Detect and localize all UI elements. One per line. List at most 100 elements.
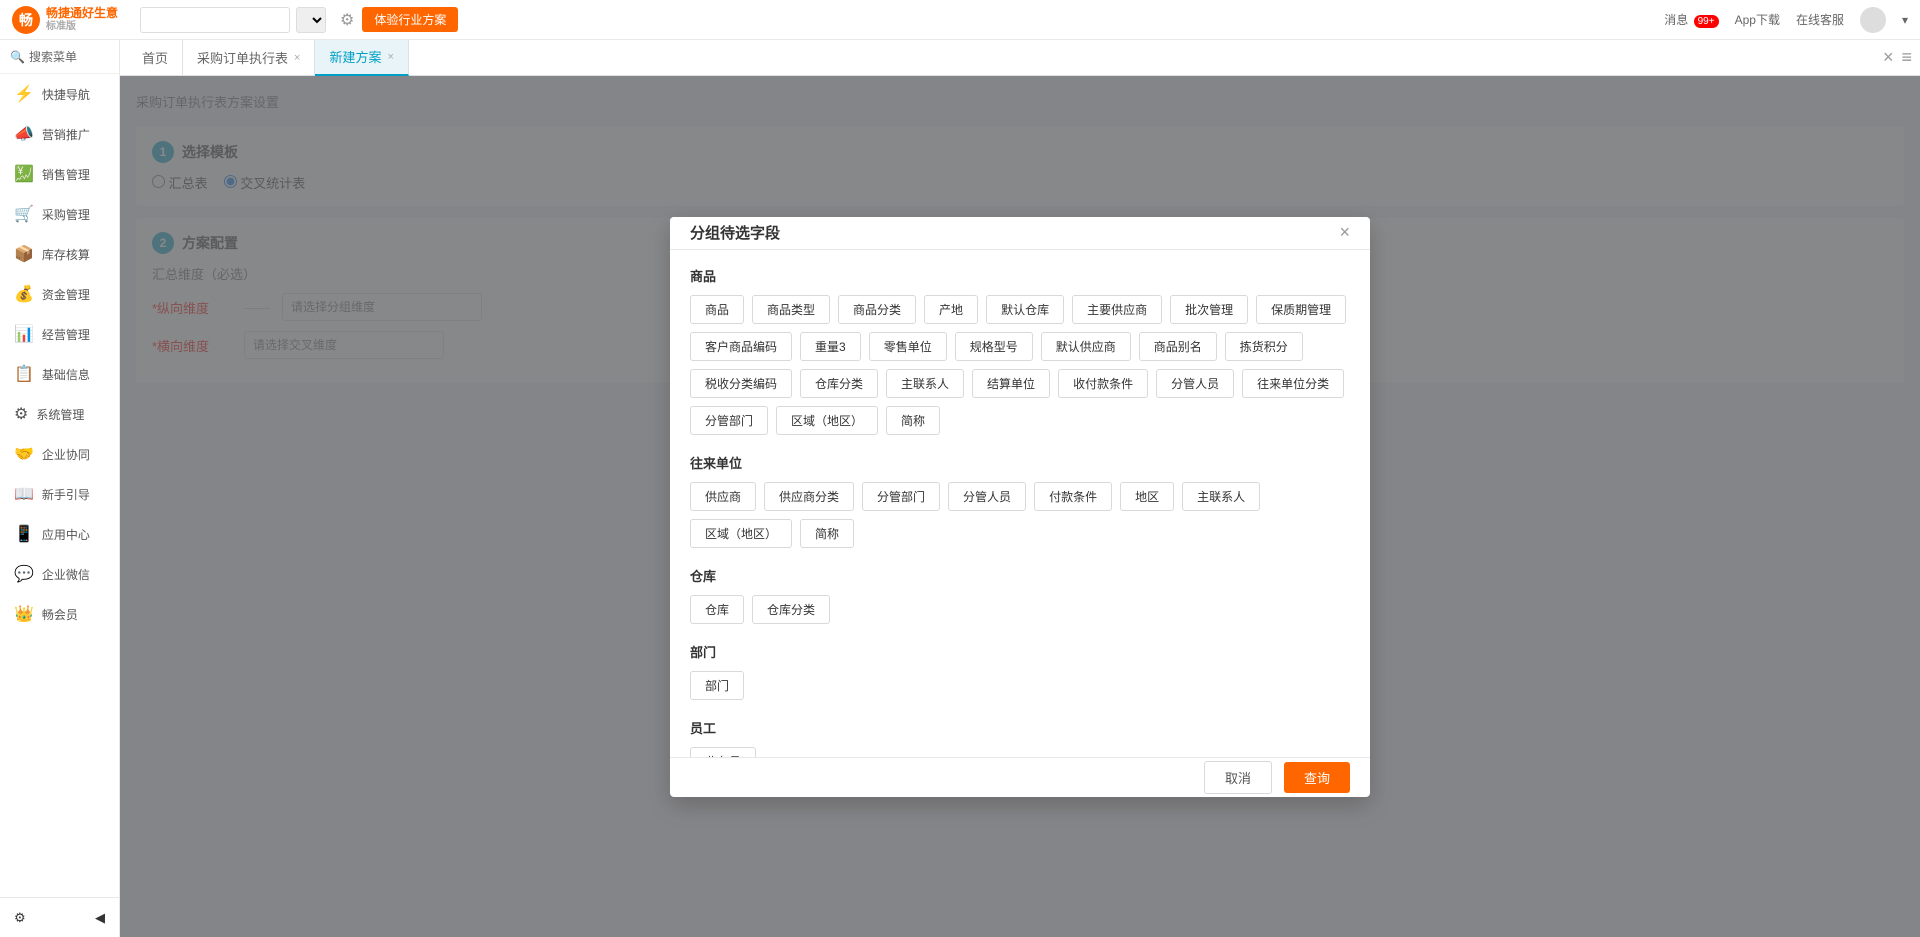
sidebar-item-kucun[interactable]: 📦 库存核算 xyxy=(0,234,119,274)
qiye-icon: 🤝 xyxy=(14,444,34,464)
section-employee: 员工 业务员 xyxy=(690,718,1350,757)
field-tag[interactable]: 收付款条件 xyxy=(1058,369,1148,398)
xitong-icon: ⚙ xyxy=(14,404,28,424)
field-tag[interactable]: 保质期管理 xyxy=(1256,295,1346,324)
field-tag[interactable]: 主联系人 xyxy=(1182,482,1260,511)
xinshou-icon: 📖 xyxy=(14,484,34,504)
jingying-icon: 📊 xyxy=(14,324,34,344)
header-dropdown[interactable] xyxy=(296,7,326,33)
field-tag[interactable]: 税收分类编码 xyxy=(690,369,792,398)
experience-button[interactable]: 体验行业方案 xyxy=(362,7,458,32)
field-tag[interactable]: 简称 xyxy=(800,519,854,548)
field-tag[interactable]: 商品分类 xyxy=(838,295,916,324)
modal-footer: 取消 查询 xyxy=(670,757,1370,797)
modal-close-button[interactable]: × xyxy=(1339,222,1350,243)
sidebar-item-huiyuan[interactable]: 👑 畅会员 xyxy=(0,594,119,634)
sidebar-item-yingxiao[interactable]: 📣 营销推广 xyxy=(0,114,119,154)
partner-fields-grid: 供应商 供应商分类 分管部门 分管人员 付款条件 地区 主联系人 区域（地区） … xyxy=(690,482,1350,548)
field-tag[interactable]: 主要供应商 xyxy=(1072,295,1162,324)
notification-area[interactable]: 消息 99+ xyxy=(1664,11,1718,28)
field-tag[interactable]: 区域（地区） xyxy=(690,519,792,548)
field-tag[interactable]: 分管部门 xyxy=(690,406,768,435)
section-warehouse-title: 仓库 xyxy=(690,566,1350,585)
field-tag[interactable]: 供应商分类 xyxy=(764,482,854,511)
logo-text: 畅捷通好生意 标准版 xyxy=(46,6,118,32)
field-tag[interactable]: 业务员 xyxy=(690,747,756,757)
yingyong-icon: 📱 xyxy=(14,524,34,544)
field-tag[interactable]: 主联系人 xyxy=(886,369,964,398)
field-tag[interactable]: 区域（地区） xyxy=(776,406,878,435)
field-tag[interactable]: 商品类型 xyxy=(752,295,830,324)
field-tag[interactable]: 客户商品编码 xyxy=(690,332,792,361)
sidebar: 🔍 搜索菜单 ⚡ 快捷导航 📣 营销推广 💹 销售管理 🛒 采购管理 📦 库存核… xyxy=(0,40,120,937)
sidebar-item-weixin[interactable]: 💬 企业微信 xyxy=(0,554,119,594)
field-tag[interactable]: 分管人员 xyxy=(948,482,1026,511)
notification-badge: 99+ xyxy=(1694,15,1719,28)
user-menu-icon[interactable]: ▾ xyxy=(1902,13,1908,27)
sidebar-item-kuaijie[interactable]: ⚡ 快捷导航 xyxy=(0,74,119,114)
employee-fields-grid: 业务员 xyxy=(690,747,1350,757)
field-tag[interactable]: 分管人员 xyxy=(1156,369,1234,398)
field-tag[interactable]: 拣货积分 xyxy=(1225,332,1303,361)
field-tag[interactable]: 商品别名 xyxy=(1139,332,1217,361)
sidebar-item-jichu[interactable]: 📋 基础信息 xyxy=(0,354,119,394)
app-download-link[interactable]: App下载 xyxy=(1735,11,1780,28)
sidebar-bottom: ⚙ ◀ xyxy=(0,897,119,937)
tab-close-newplan[interactable]: × xyxy=(387,51,393,63)
field-tag[interactable]: 默认仓库 xyxy=(986,295,1064,324)
sidebar-item-yingyong[interactable]: 📱 应用中心 xyxy=(0,514,119,554)
warehouse-fields-grid: 仓库 仓库分类 xyxy=(690,595,1350,624)
field-tag[interactable]: 结算单位 xyxy=(972,369,1050,398)
field-select-modal: 分组待选字段 × 商品 商品 商品类型 商品分类 产地 默认仓库 主要供应商 批… xyxy=(670,217,1370,797)
modal-body: 商品 商品 商品类型 商品分类 产地 默认仓库 主要供应商 批次管理 保质期管理… xyxy=(670,250,1370,757)
tab-home[interactable]: 首页 xyxy=(128,40,183,76)
modal-header: 分组待选字段 × xyxy=(670,217,1370,251)
field-tag[interactable]: 商品 xyxy=(690,295,744,324)
avatar[interactable] xyxy=(1860,7,1886,33)
tab-close-purchase[interactable]: × xyxy=(294,52,300,64)
online-service-link[interactable]: 在线客服 xyxy=(1796,11,1844,28)
field-tag[interactable]: 重量3 xyxy=(800,332,861,361)
sidebar-item-jingying[interactable]: 📊 经营管理 xyxy=(0,314,119,354)
tab-new-plan[interactable]: 新建方案 × xyxy=(315,40,408,76)
field-tag[interactable]: 仓库 xyxy=(690,595,744,624)
sidebar-collapse-icon[interactable]: ◀ xyxy=(95,910,105,926)
search-input[interactable] xyxy=(140,7,290,33)
tab-menu-icon[interactable]: ≡ xyxy=(1901,47,1912,68)
tab-close-all-icon[interactable]: × xyxy=(1883,47,1894,68)
field-tag[interactable]: 规格型号 xyxy=(955,332,1033,361)
field-tag[interactable]: 部门 xyxy=(690,671,744,700)
field-tag[interactable]: 简称 xyxy=(886,406,940,435)
field-tag[interactable]: 往来单位分类 xyxy=(1242,369,1344,398)
field-tag[interactable]: 付款条件 xyxy=(1034,482,1112,511)
sidebar-item-xiaoshou[interactable]: 💹 销售管理 xyxy=(0,154,119,194)
sidebar-item-caigou[interactable]: 🛒 采购管理 xyxy=(0,194,119,234)
field-tag[interactable]: 产地 xyxy=(924,295,978,324)
field-tag[interactable]: 默认供应商 xyxy=(1041,332,1131,361)
tab-purchase-list[interactable]: 采购订单执行表 × xyxy=(183,40,315,76)
gear-icon[interactable]: ⚙ xyxy=(340,10,354,30)
section-product-title: 商品 xyxy=(690,266,1350,285)
section-dept-title: 部门 xyxy=(690,642,1350,661)
sidebar-search[interactable]: 🔍 搜索菜单 xyxy=(0,40,119,74)
sidebar-settings-icon[interactable]: ⚙ xyxy=(14,910,26,926)
weixin-icon: 💬 xyxy=(14,564,34,584)
section-product: 商品 商品 商品类型 商品分类 产地 默认仓库 主要供应商 批次管理 保质期管理… xyxy=(690,266,1350,435)
field-tag[interactable]: 仓库分类 xyxy=(800,369,878,398)
field-tag[interactable]: 地区 xyxy=(1120,482,1174,511)
modal-title: 分组待选字段 xyxy=(690,222,1339,243)
top-header: 畅 畅捷通好生意 标准版 ⚙ 体验行业方案 消息 99+ App下载 在线客服 … xyxy=(0,0,1920,40)
sidebar-item-zijin[interactable]: 💰 资金管理 xyxy=(0,274,119,314)
field-tag[interactable]: 供应商 xyxy=(690,482,756,511)
confirm-button[interactable]: 查询 xyxy=(1284,762,1350,793)
field-tag[interactable]: 分管部门 xyxy=(862,482,940,511)
cancel-button[interactable]: 取消 xyxy=(1204,761,1272,794)
modal-overlay: 分组待选字段 × 商品 商品 商品类型 商品分类 产地 默认仓库 主要供应商 批… xyxy=(120,76,1920,937)
field-tag[interactable]: 零售单位 xyxy=(869,332,947,361)
sidebar-item-xitong[interactable]: ⚙ 系统管理 xyxy=(0,394,119,434)
field-tag[interactable]: 仓库分类 xyxy=(752,595,830,624)
field-tag[interactable]: 批次管理 xyxy=(1170,295,1248,324)
sidebar-item-xinshou[interactable]: 📖 新手引导 xyxy=(0,474,119,514)
xiaoshou-icon: 💹 xyxy=(14,164,34,184)
sidebar-item-qiye[interactable]: 🤝 企业协同 xyxy=(0,434,119,474)
